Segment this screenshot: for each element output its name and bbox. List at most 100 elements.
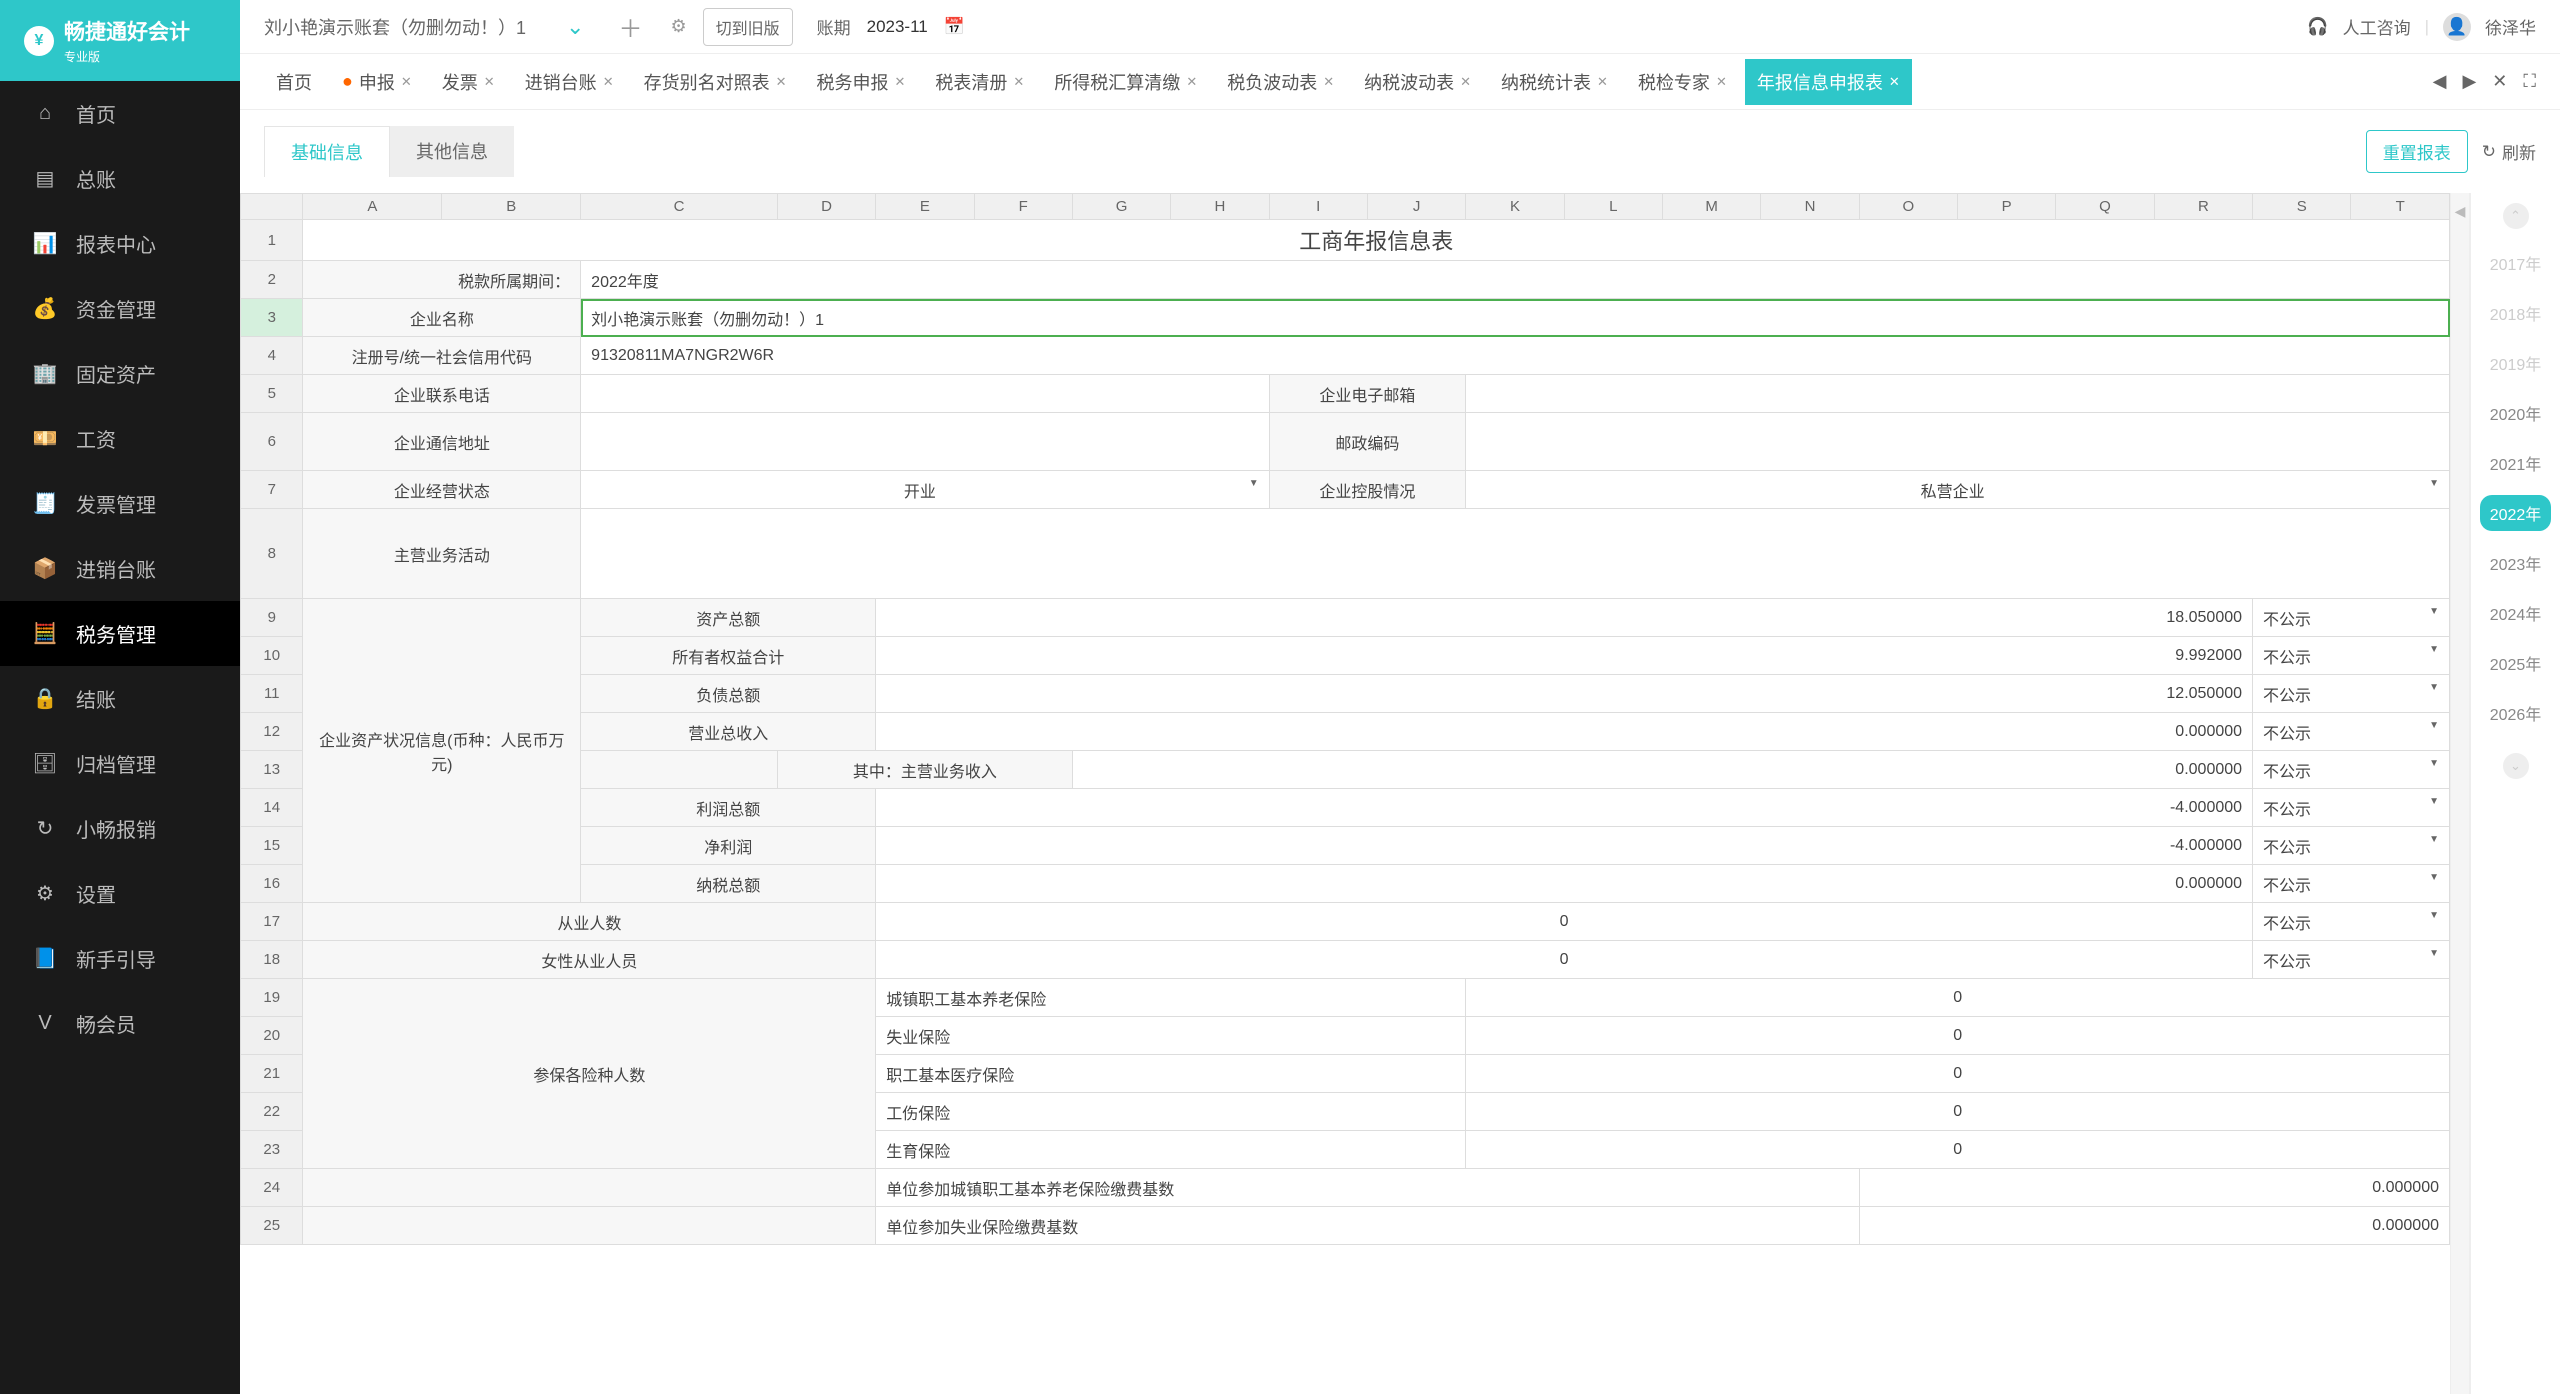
tabs-close-all-icon[interactable]: ✕ [2492, 71, 2507, 92]
close-icon[interactable]: ✕ [603, 74, 614, 90]
cell-value[interactable]: 9.992000 [876, 637, 2253, 675]
year-down-icon[interactable]: ⌄ [2503, 753, 2529, 779]
cell-value[interactable]: 0 [876, 903, 2253, 941]
tab[interactable]: 纳税统计表✕ [1489, 59, 1620, 105]
refresh-button[interactable]: ↻ 刷新 [2482, 130, 2536, 173]
col-head[interactable]: M [1662, 194, 1760, 220]
cell-value[interactable]: 0.000000 [876, 713, 2253, 751]
tab[interactable]: 所得税汇算清缴✕ [1042, 59, 1209, 105]
cell-value[interactable]: 12.050000 [876, 675, 2253, 713]
col-head[interactable]: N [1761, 194, 1859, 220]
row-head[interactable]: 1 [241, 220, 303, 261]
col-head[interactable]: S [2253, 194, 2351, 220]
col-head[interactable]: K [1466, 194, 1564, 220]
row-head[interactable]: 10 [241, 637, 303, 675]
close-icon[interactable]: ✕ [776, 74, 787, 90]
cell-value[interactable]: 0.000000 [1859, 1169, 2449, 1207]
cell-value[interactable] [581, 413, 1269, 471]
row-head[interactable]: 13 [241, 751, 303, 789]
cell-dropdown[interactable]: 开业▼ [581, 471, 1269, 509]
cell-dropdown[interactable]: 不公示▼ [2253, 827, 2450, 865]
row-head[interactable]: 15 [241, 827, 303, 865]
year-option[interactable]: 2024年 [2480, 595, 2552, 631]
cell-dropdown[interactable]: 不公示▼ [2253, 941, 2450, 979]
col-head[interactable]: F [974, 194, 1072, 220]
close-icon[interactable]: ✕ [895, 74, 906, 90]
col-head[interactable]: T [2351, 194, 2450, 220]
cell-dropdown[interactable]: 不公示▼ [2253, 751, 2450, 789]
cell-value[interactable]: 0 [1466, 979, 2450, 1017]
col-head[interactable]: I [1269, 194, 1367, 220]
row-head[interactable]: 20 [241, 1017, 303, 1055]
col-head[interactable]: R [2154, 194, 2252, 220]
sidebar-item-archive[interactable]: 🗄归档管理 [0, 731, 240, 796]
row-head[interactable]: 16 [241, 865, 303, 903]
tabs-next-icon[interactable]: ▶ [2462, 71, 2476, 92]
tab[interactable]: ●申报✕ [330, 59, 424, 105]
row-head[interactable]: 5 [241, 375, 303, 413]
col-head[interactable]: H [1171, 194, 1269, 220]
headset-icon[interactable]: 🎧 [2307, 17, 2328, 37]
col-head[interactable]: L [1564, 194, 1662, 220]
cell-value[interactable]: -4.000000 [876, 789, 2253, 827]
collapse-year-panel-icon[interactable]: ◀ [2450, 193, 2470, 1394]
tabs-prev-icon[interactable]: ◀ [2433, 71, 2447, 92]
row-head[interactable]: 12 [241, 713, 303, 751]
row-head[interactable]: 14 [241, 789, 303, 827]
tab[interactable]: 存货别名对照表✕ [632, 59, 799, 105]
year-option[interactable]: 2020年 [2480, 395, 2552, 431]
row-head[interactable]: 17 [241, 903, 303, 941]
sidebar-item-asset[interactable]: 🏢固定资产 [0, 341, 240, 406]
row-head[interactable]: 11 [241, 675, 303, 713]
consult-link[interactable]: 人工咨询 [2343, 14, 2411, 39]
reset-report-button[interactable]: 重置报表 [2366, 130, 2468, 173]
close-icon[interactable]: ✕ [401, 74, 412, 90]
cell-value[interactable]: 0.000000 [1859, 1207, 2449, 1245]
tab[interactable]: 发票✕ [430, 59, 507, 105]
sidebar-item-chart[interactable]: 📊报表中心 [0, 211, 240, 276]
sidebar-item-money[interactable]: 💰资金管理 [0, 276, 240, 341]
row-head[interactable]: 2 [241, 261, 303, 299]
cell-value[interactable]: 0 [1466, 1093, 2450, 1131]
tab[interactable]: 年报信息申报表✕ [1745, 59, 1912, 105]
year-option[interactable]: 2023年 [2480, 545, 2552, 581]
account-chevron-icon[interactable]: ⌄ [566, 14, 584, 40]
row-head[interactable]: 18 [241, 941, 303, 979]
sidebar-item-tax[interactable]: 🧮税务管理 [0, 601, 240, 666]
col-head[interactable]: C [581, 194, 778, 220]
row-head[interactable]: 25 [241, 1207, 303, 1245]
cell-dropdown[interactable]: 不公示▼ [2253, 713, 2450, 751]
tab[interactable]: 税检专家✕ [1626, 59, 1739, 105]
close-icon[interactable]: ✕ [1013, 74, 1024, 90]
cell-value[interactable]: 0 [1466, 1055, 2450, 1093]
sidebar-item-home[interactable]: ⌂首页 [0, 81, 240, 146]
row-head[interactable]: 23 [241, 1131, 303, 1169]
cell-dropdown[interactable]: 不公示▼ [2253, 599, 2450, 637]
row-head[interactable]: 8 [241, 509, 303, 599]
tab[interactable]: 税务申报✕ [805, 59, 918, 105]
row-head[interactable]: 3 [241, 299, 303, 337]
tab[interactable]: 税表清册✕ [923, 59, 1036, 105]
cell-value[interactable] [581, 509, 2450, 599]
switch-old-version-button[interactable]: 切到旧版 [703, 8, 793, 46]
row-head[interactable]: 21 [241, 1055, 303, 1093]
year-option[interactable]: 2026年 [2480, 695, 2552, 731]
col-head[interactable]: B [442, 194, 581, 220]
row-head[interactable]: 9 [241, 599, 303, 637]
sidebar-item-close[interactable]: 🔒结账 [0, 666, 240, 731]
row-head[interactable]: 7 [241, 471, 303, 509]
cell-value[interactable]: 18.050000 [876, 599, 2253, 637]
col-head[interactable]: G [1072, 194, 1170, 220]
cell-dropdown[interactable]: 不公示▼ [2253, 675, 2450, 713]
subtab[interactable]: 基础信息 [264, 126, 390, 177]
sidebar-item-expense[interactable]: ↻小畅报销 [0, 796, 240, 861]
cell-dropdown[interactable]: 不公示▼ [2253, 903, 2450, 941]
cell-dropdown[interactable]: 不公示▼ [2253, 865, 2450, 903]
add-account-icon[interactable]: ＋ [618, 9, 642, 44]
cell-value[interactable]: 0 [1466, 1131, 2450, 1169]
col-head[interactable]: Q [2056, 194, 2154, 220]
row-head[interactable]: 24 [241, 1169, 303, 1207]
subtab[interactable]: 其他信息 [390, 126, 514, 177]
cell-value[interactable] [581, 375, 1269, 413]
sidebar-item-settings[interactable]: ⚙设置 [0, 861, 240, 926]
